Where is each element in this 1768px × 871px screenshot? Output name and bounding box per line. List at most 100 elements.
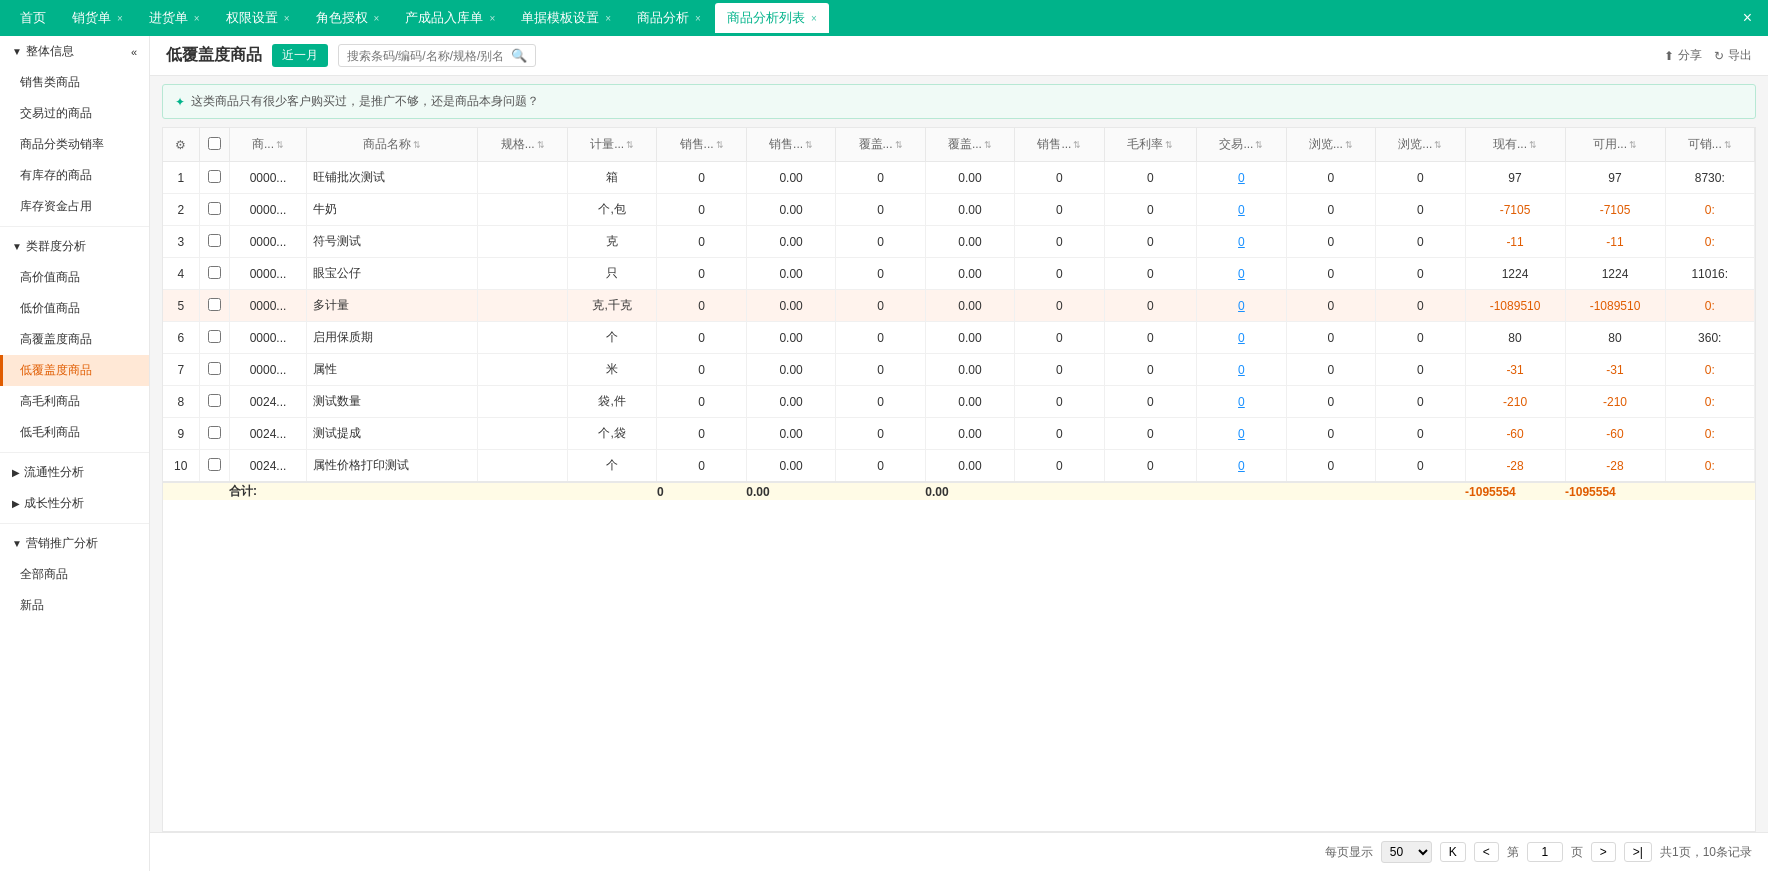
sidebar-item-stock-fund[interactable]: 库存资金占用 (0, 191, 149, 222)
row-trade[interactable]: 0 (1197, 354, 1286, 386)
export-button[interactable]: ↻ 导出 (1714, 47, 1752, 64)
sidebar-item-category-rate[interactable]: 商品分类动销率 (0, 129, 149, 160)
row-checkbox-input[interactable] (208, 266, 221, 279)
row-trade[interactable]: 0 (1197, 418, 1286, 450)
row-checkbox[interactable] (199, 386, 229, 418)
row-checkbox[interactable] (199, 322, 229, 354)
col-spec[interactable]: 规格...⇅ (478, 128, 567, 162)
nav-close-permissions[interactable]: × (284, 13, 290, 24)
select-all-checkbox[interactable] (208, 137, 221, 150)
row-checkbox[interactable] (199, 450, 229, 483)
row-trade[interactable]: 0 (1197, 226, 1286, 258)
col-name[interactable]: 商品名称⇅ (307, 128, 478, 162)
row-checkbox[interactable] (199, 162, 229, 194)
share-button[interactable]: ⬆ 分享 (1664, 47, 1702, 64)
nav-close-all-button[interactable]: × (1735, 5, 1760, 31)
first-page-button[interactable]: K (1440, 842, 1466, 862)
nav-product-analysis-list[interactable]: 商品分析列表 × (715, 3, 829, 33)
period-button[interactable]: 近一月 (272, 44, 328, 67)
nav-close-analysis-list[interactable]: × (811, 13, 817, 24)
row-trade[interactable]: 0 (1197, 450, 1286, 483)
nav-close-roles[interactable]: × (374, 13, 380, 24)
row-trade[interactable]: 0 (1197, 194, 1286, 226)
row-checkbox-input[interactable] (208, 458, 221, 471)
row-trade[interactable]: 0 (1197, 322, 1286, 354)
nav-purchase[interactable]: 进货单 × (137, 3, 212, 33)
data-table-container[interactable]: ⚙ 商...⇅ 商品名称⇅ 规格...⇅ 计量...⇅ 销售...⇅ 销售...… (162, 127, 1756, 832)
col-sale-qty[interactable]: 销售...⇅ (657, 128, 746, 162)
row-checkbox-input[interactable] (208, 394, 221, 407)
col-coverage1[interactable]: 覆盖...⇅ (836, 128, 925, 162)
sidebar-section-overall[interactable]: ▼ 整体信息 « (0, 36, 149, 67)
nav-permissions[interactable]: 权限设置 × (214, 3, 302, 33)
row-trade[interactable]: 0 (1197, 258, 1286, 290)
search-icon[interactable]: 🔍 (511, 48, 527, 63)
row-checkbox-input[interactable] (208, 330, 221, 343)
col-checkbox-all[interactable] (199, 128, 229, 162)
col-saleable[interactable]: 可销...⇅ (1665, 128, 1755, 162)
row-checkbox[interactable] (199, 258, 229, 290)
col-sale-extra[interactable]: 销售...⇅ (1015, 128, 1104, 162)
nav-close-product-entry[interactable]: × (489, 13, 495, 24)
row-checkbox[interactable] (199, 226, 229, 258)
last-page-button[interactable]: >| (1624, 842, 1652, 862)
col-browse2[interactable]: 浏览...⇅ (1376, 128, 1465, 162)
col-code[interactable]: 商...⇅ (229, 128, 307, 162)
col-sale-amt[interactable]: 销售...⇅ (746, 128, 835, 162)
row-checkbox-input[interactable] (208, 170, 221, 183)
sidebar-item-new-goods[interactable]: 新品 (0, 590, 149, 621)
row-checkbox-input[interactable] (208, 202, 221, 215)
nav-roles[interactable]: 角色授权 × (304, 3, 392, 33)
sidebar-section-circulation[interactable]: ▶ 流通性分析 (0, 457, 149, 488)
sidebar-item-high-coverage[interactable]: 高覆盖度商品 (0, 324, 149, 355)
nav-home[interactable]: 首页 (8, 3, 58, 33)
sidebar-section-group[interactable]: ▼ 类群度分析 (0, 231, 149, 262)
row-trade[interactable]: 0 (1197, 290, 1286, 322)
nav-close-purchase[interactable]: × (194, 13, 200, 24)
row-checkbox[interactable] (199, 194, 229, 226)
sidebar-item-high-profit[interactable]: 高毛利商品 (0, 386, 149, 417)
col-coverage2[interactable]: 覆盖...⇅ (925, 128, 1014, 162)
sidebar-item-sales-goods[interactable]: 销售类商品 (0, 67, 149, 98)
col-settings[interactable]: ⚙ (163, 128, 199, 162)
row-browse2: 0 (1376, 258, 1465, 290)
sidebar-section-marketing[interactable]: ▼ 营销推广分析 (0, 528, 149, 559)
row-checkbox-input[interactable] (208, 234, 221, 247)
nav-product-analysis[interactable]: 商品分析 × (625, 3, 713, 33)
nav-close-sales[interactable]: × (117, 13, 123, 24)
row-checkbox[interactable] (199, 290, 229, 322)
sidebar-item-low-coverage[interactable]: 低覆盖度商品 (0, 355, 149, 386)
sidebar-section-growth[interactable]: ▶ 成长性分析 (0, 488, 149, 519)
row-checkbox-input[interactable] (208, 426, 221, 439)
row-spec (478, 418, 567, 450)
row-checkbox[interactable] (199, 418, 229, 450)
sidebar-item-traded-goods[interactable]: 交易过的商品 (0, 98, 149, 129)
nav-template-settings[interactable]: 单据模板设置 × (509, 3, 623, 33)
row-checkbox-input[interactable] (208, 362, 221, 375)
sidebar-item-low-value[interactable]: 低价值商品 (0, 293, 149, 324)
col-unit[interactable]: 计量...⇅ (567, 128, 656, 162)
row-trade[interactable]: 0 (1197, 386, 1286, 418)
prev-page-button[interactable]: < (1474, 842, 1499, 862)
sidebar-item-high-value[interactable]: 高价值商品 (0, 262, 149, 293)
row-trade[interactable]: 0 (1197, 162, 1286, 194)
nav-sales[interactable]: 销货单 × (60, 3, 135, 33)
col-browse1[interactable]: 浏览...⇅ (1286, 128, 1375, 162)
col-usable[interactable]: 可用...⇅ (1565, 128, 1665, 162)
row-usable: -28 (1565, 450, 1665, 483)
next-page-button[interactable]: > (1591, 842, 1616, 862)
row-checkbox[interactable] (199, 354, 229, 386)
col-current[interactable]: 现有...⇅ (1465, 128, 1565, 162)
row-checkbox-input[interactable] (208, 298, 221, 311)
nav-close-product-analysis[interactable]: × (695, 13, 701, 24)
nav-close-template[interactable]: × (605, 13, 611, 24)
col-gross-rate[interactable]: 毛利率⇅ (1104, 128, 1197, 162)
page-size-select[interactable]: 50 20 100 (1381, 841, 1432, 863)
nav-product-entry[interactable]: 产成品入库单 × (393, 3, 507, 33)
sidebar-item-low-profit[interactable]: 低毛利商品 (0, 417, 149, 448)
sidebar-item-in-stock[interactable]: 有库存的商品 (0, 160, 149, 191)
search-input[interactable] (347, 49, 507, 63)
page-number-input[interactable] (1527, 842, 1563, 862)
sidebar-item-all-goods[interactable]: 全部商品 (0, 559, 149, 590)
col-trade[interactable]: 交易...⇅ (1197, 128, 1286, 162)
